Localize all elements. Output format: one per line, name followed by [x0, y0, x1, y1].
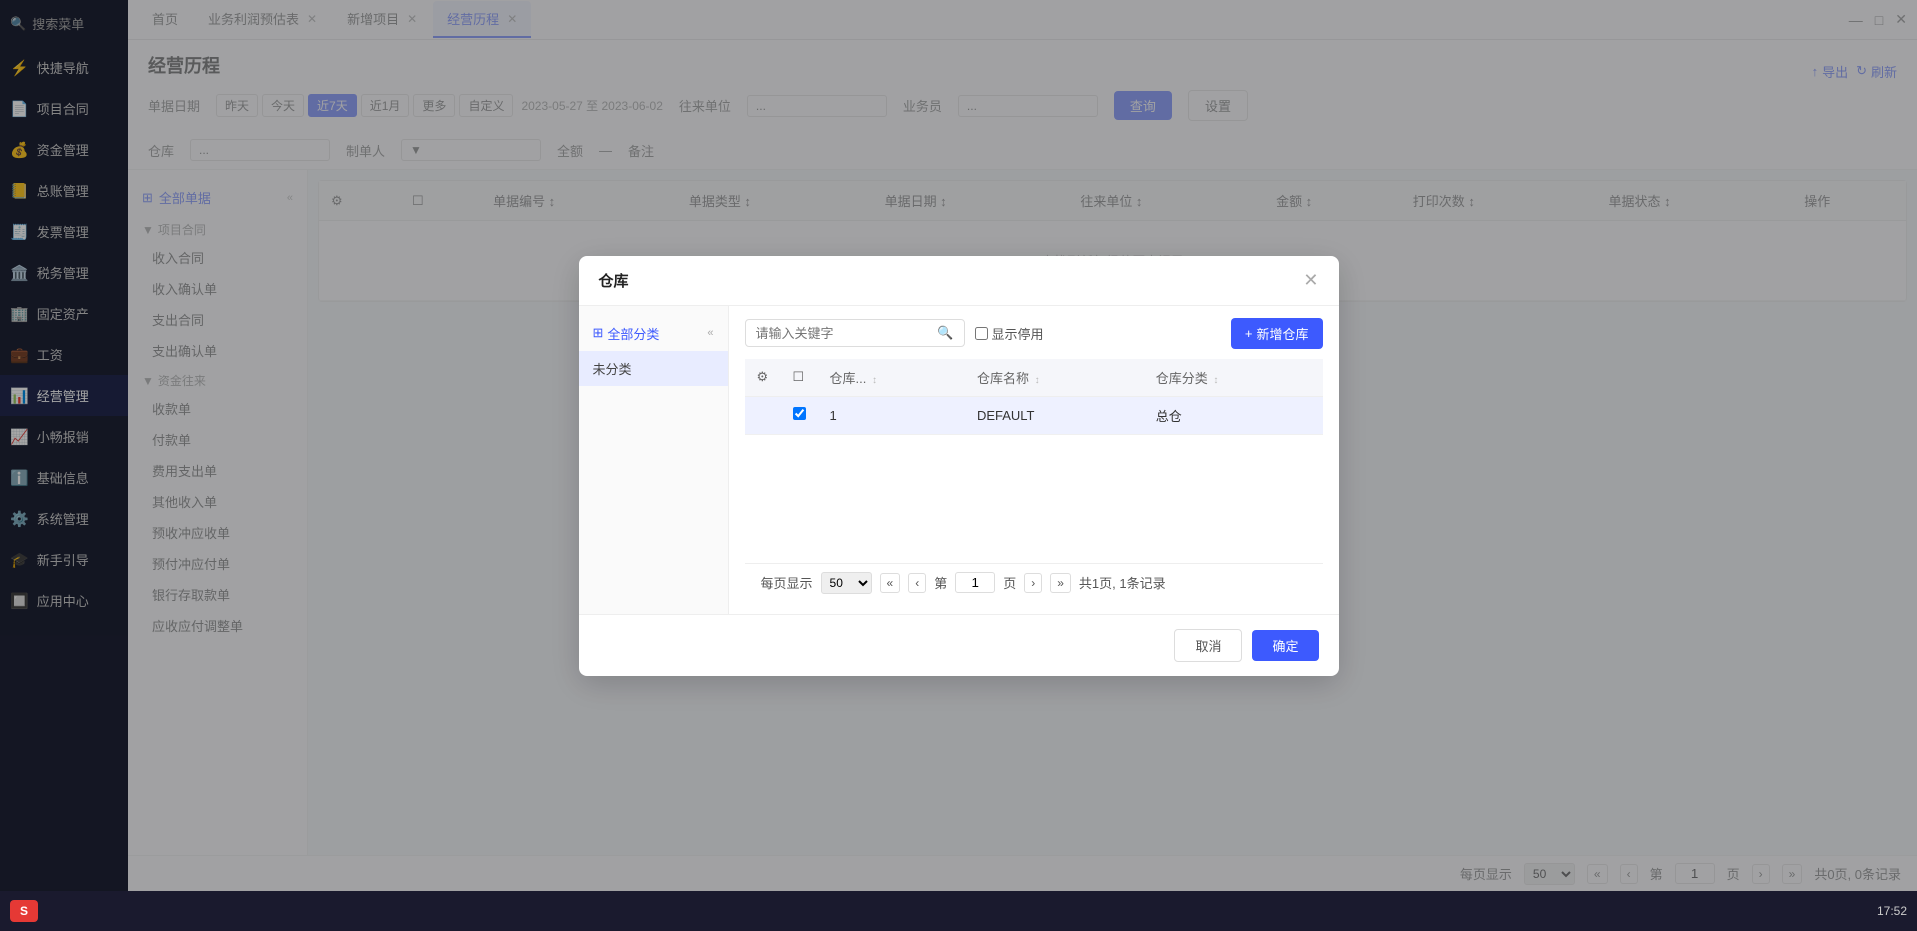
modal-table-wrapper: ⚙ ☐ 仓库... ↕ 仓库名称 ↕ 仓库分类 ↕ 1	[745, 359, 1323, 563]
modal-cancel-btn[interactable]: 取消	[1174, 629, 1242, 662]
modal-col-category[interactable]: 仓库分类 ↕	[1144, 359, 1323, 397]
modal-per-page-label: 每页显示	[761, 573, 813, 592]
modal-col-checkbox[interactable]: ☐	[781, 359, 818, 397]
row-id: 1	[818, 396, 965, 434]
modal-left-panel: ⊞ 全部分类 « 未分类	[579, 306, 729, 614]
modal-search-box[interactable]: 🔍	[745, 319, 965, 347]
modal-actions: 取消 确定	[579, 614, 1339, 676]
modal-overlay: 仓库 ✕ ⊞ 全部分类 « 未分类	[0, 0, 1917, 931]
row-settings	[745, 396, 781, 434]
modal-close-btn[interactable]: ✕	[1303, 270, 1318, 291]
modal-col-name[interactable]: 仓库名称 ↕	[965, 359, 1144, 397]
modal-collapse-icon[interactable]: «	[707, 327, 713, 339]
row-name: 总仓	[1144, 396, 1323, 434]
taskbar-time: 17:52	[1877, 904, 1907, 918]
modal-title: 仓库	[599, 270, 629, 291]
modal-page-suffix: 页	[1003, 573, 1016, 592]
modal-page-input[interactable]	[955, 572, 995, 593]
modal-last-page-btn[interactable]: »	[1050, 573, 1071, 593]
modal-left-scroll	[579, 386, 728, 604]
modal-all-category-label: 全部分类	[607, 324, 659, 343]
taskbar-item-s[interactable]: S	[10, 900, 38, 922]
taskbar: S 17:52	[0, 891, 1917, 931]
warehouse-modal: 仓库 ✕ ⊞ 全部分类 « 未分类	[579, 256, 1339, 676]
modal-col-id[interactable]: 仓库... ↕	[818, 359, 965, 397]
modal-warehouse-table: ⚙ ☐ 仓库... ↕ 仓库名称 ↕ 仓库分类 ↕ 1	[745, 359, 1323, 435]
modal-page-label: 第	[934, 573, 947, 592]
table-row[interactable]: 1 DEFAULT 总仓	[745, 396, 1323, 434]
show-disabled-input[interactable]	[975, 327, 988, 340]
row-checkbox[interactable]	[781, 396, 818, 434]
row-select-checkbox[interactable]	[793, 407, 806, 420]
modal-uncategorized[interactable]: 未分类	[579, 351, 728, 386]
modal-footer-bar: 每页显示 50 100 « ‹ 第 页 › » 共1页, 1条记录	[745, 563, 1323, 602]
grid-icon-modal: ⊞	[593, 325, 604, 341]
show-disabled-label: 显示停用	[992, 324, 1044, 343]
modal-total-label: 共1页, 1条记录	[1079, 573, 1166, 592]
modal-right-panel: 🔍 显示停用 + 新增仓库	[729, 306, 1339, 614]
add-warehouse-label: 新增仓库	[1256, 324, 1308, 343]
modal-confirm-btn[interactable]: 确定	[1252, 630, 1318, 661]
modal-search-icon: 🔍	[937, 325, 953, 341]
plus-icon: +	[1245, 326, 1253, 341]
show-disabled-checkbox[interactable]: 显示停用	[975, 324, 1044, 343]
modal-prev-page-btn[interactable]: ‹	[908, 573, 926, 593]
modal-toolbar: 🔍 显示停用 + 新增仓库	[745, 318, 1323, 349]
modal-body: ⊞ 全部分类 « 未分类 🔍 显示停用	[579, 306, 1339, 614]
modal-first-page-btn[interactable]: «	[880, 573, 901, 593]
modal-next-page-btn[interactable]: ›	[1024, 573, 1042, 593]
add-warehouse-btn[interactable]: + 新增仓库	[1231, 318, 1323, 349]
modal-col-settings[interactable]: ⚙	[745, 359, 781, 397]
modal-per-page-select[interactable]: 50 100	[821, 572, 872, 594]
modal-search-input[interactable]	[756, 326, 932, 341]
modal-header: 仓库 ✕	[579, 256, 1339, 306]
row-code: DEFAULT	[965, 396, 1144, 434]
modal-uncategorized-label: 未分类	[593, 362, 632, 377]
modal-all-category[interactable]: ⊞ 全部分类 «	[579, 316, 728, 351]
